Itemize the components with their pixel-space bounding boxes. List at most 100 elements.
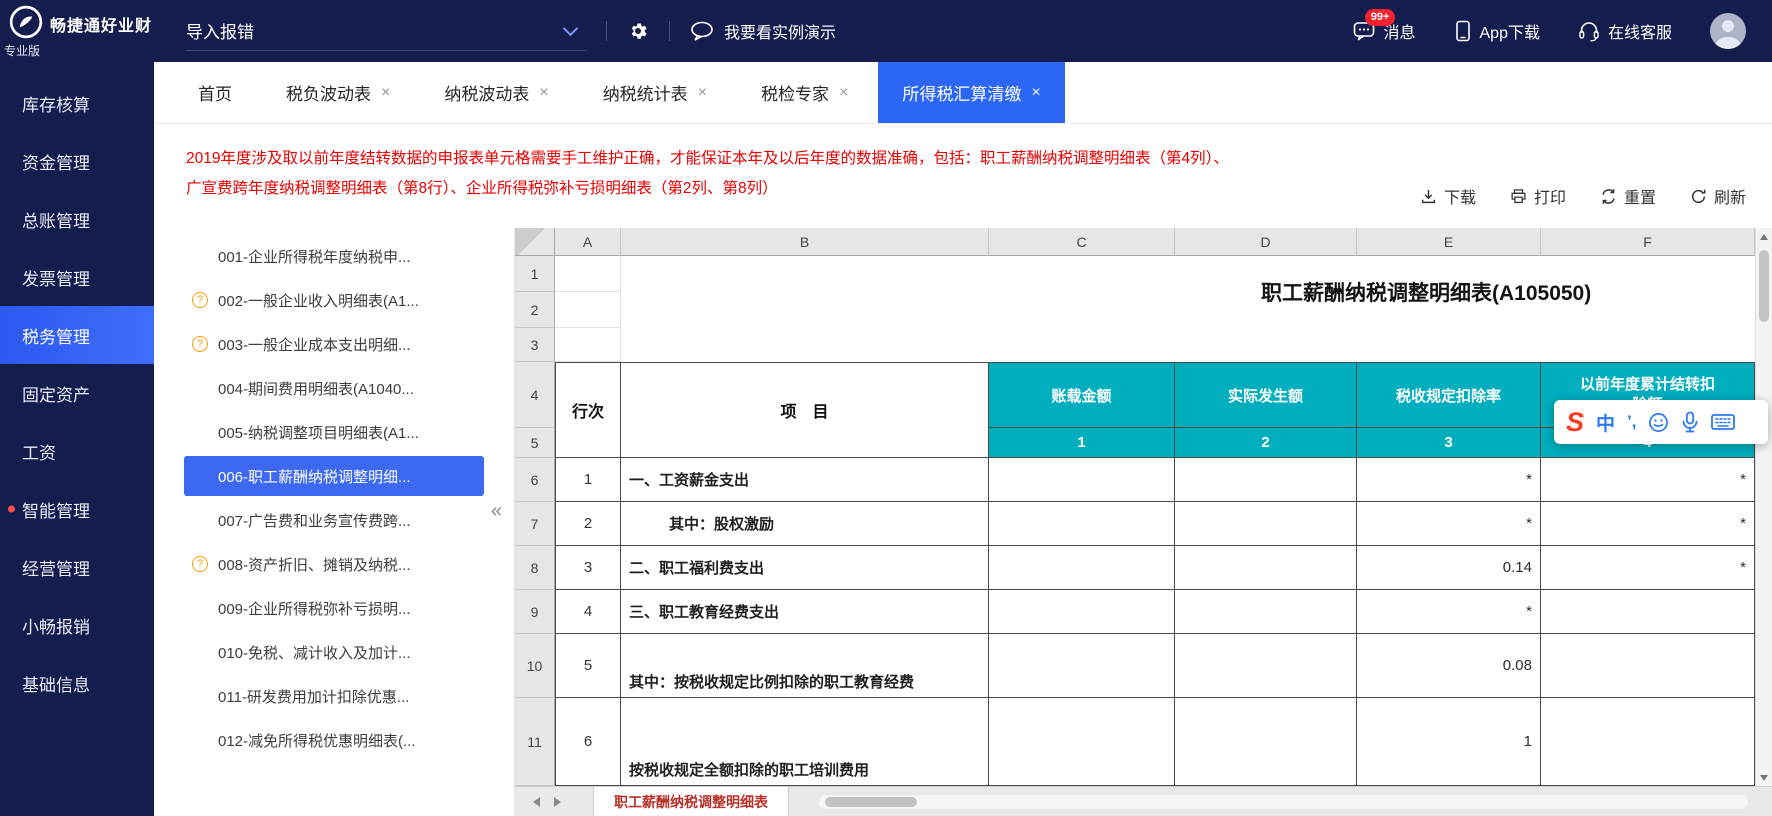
sidebar-item-inventory-accounting[interactable]: 库存核算: [0, 74, 154, 132]
report-item-006[interactable]: 006-职工薪酬纳税调整明细...: [184, 456, 484, 496]
help-icon[interactable]: ?: [192, 336, 208, 352]
header-line-no[interactable]: 行次: [555, 362, 621, 458]
grid-cell[interactable]: [989, 458, 1175, 502]
grid-cell[interactable]: [1541, 698, 1755, 786]
header-col-num[interactable]: 1: [989, 428, 1175, 458]
app-download-button[interactable]: App下载: [1454, 19, 1540, 43]
help-icon[interactable]: ?: [192, 292, 208, 308]
grid-cell[interactable]: 三、职工教育经费支出: [621, 590, 989, 634]
horizontal-scrollbar-thumb[interactable]: [825, 796, 917, 807]
grid-cell[interactable]: [989, 546, 1175, 590]
sidebar-item-smart-management[interactable]: 智能管理: [0, 480, 154, 538]
grid-cell[interactable]: 其中：按税收规定比例扣除的职工教育经费: [621, 634, 989, 698]
report-item-003[interactable]: ? 003-一般企业成本支出明细...: [184, 324, 484, 364]
print-button[interactable]: 打印: [1510, 184, 1566, 208]
grid-cell[interactable]: [1175, 590, 1357, 634]
grid-cell[interactable]: [989, 698, 1175, 786]
header-item[interactable]: 项 目: [621, 362, 989, 458]
grid-cell[interactable]: 2: [555, 502, 621, 546]
sidebar-item-funds-management[interactable]: 资金管理: [0, 132, 154, 190]
close-icon[interactable]: ×: [839, 84, 848, 102]
microphone-icon[interactable]: [1681, 411, 1699, 433]
sidebar-item-general-ledger[interactable]: 总账管理: [0, 190, 154, 248]
help-icon[interactable]: ?: [192, 556, 208, 572]
tab-tax-inspection-expert[interactable]: 税检专家 ×: [737, 62, 872, 123]
grid-cell[interactable]: 1: [1357, 698, 1541, 786]
sidebar-item-payroll[interactable]: 工资: [0, 422, 154, 480]
grid-cell[interactable]: 6: [555, 698, 621, 786]
tab-income-tax-settlement[interactable]: 所得税汇算清缴 ×: [878, 62, 1065, 123]
close-icon[interactable]: ×: [539, 84, 548, 102]
grid-cell[interactable]: *: [1357, 458, 1541, 502]
row-header[interactable]: 6: [515, 458, 555, 502]
scroll-down-button[interactable]: [1756, 769, 1772, 786]
grid-cell[interactable]: [1541, 634, 1755, 698]
sidebar-item-business-management[interactable]: 经营管理: [0, 538, 154, 596]
select-all-corner[interactable]: [515, 228, 555, 256]
sidebar-item-invoice-management[interactable]: 发票管理: [0, 248, 154, 306]
report-item-005[interactable]: 005-纳税调整项目明细表(A1...: [184, 412, 484, 452]
grid-cell[interactable]: [989, 634, 1175, 698]
report-item-001[interactable]: 001-企业所得税年度纳税申...: [184, 236, 484, 276]
next-sheet-button[interactable]: [554, 796, 561, 807]
column-header[interactable]: A: [555, 228, 621, 256]
import-error-select[interactable]: 导入报错: [186, 11, 586, 51]
close-icon[interactable]: ×: [698, 84, 707, 102]
grid-cell[interactable]: 0.14: [1357, 546, 1541, 590]
grid-cell[interactable]: [989, 590, 1175, 634]
download-button[interactable]: 下载: [1420, 184, 1476, 208]
report-item-011[interactable]: 011-研发费用加计扣除优惠...: [184, 676, 484, 716]
sidebar-item-fixed-assets[interactable]: 固定资产: [0, 364, 154, 422]
grid-cell[interactable]: [1175, 546, 1357, 590]
header-col-num[interactable]: 2: [1175, 428, 1357, 458]
row-header[interactable]: 2: [515, 292, 555, 328]
tab-home[interactable]: 首页: [174, 62, 256, 123]
row-header[interactable]: 9: [515, 590, 555, 634]
grid-cell[interactable]: 按税收规定全额扣除的职工培训费用: [621, 698, 989, 786]
grid-cell[interactable]: *: [1357, 590, 1541, 634]
grid-cell[interactable]: 二、职工福利费支出: [621, 546, 989, 590]
sidebar-item-basic-info[interactable]: 基础信息: [0, 654, 154, 712]
row-header[interactable]: 4: [515, 362, 555, 428]
column-header[interactable]: F: [1541, 228, 1755, 256]
vertical-scrollbar-thumb[interactable]: [1759, 250, 1769, 322]
grid-cell[interactable]: *: [1357, 502, 1541, 546]
close-icon[interactable]: ×: [381, 84, 390, 102]
sogou-logo-icon[interactable]: S: [1566, 408, 1584, 436]
header-book-amount[interactable]: 账载金额: [989, 362, 1175, 428]
grid-cell[interactable]: [989, 502, 1175, 546]
reset-button[interactable]: 重置: [1600, 184, 1656, 208]
report-item-012[interactable]: 012-减免所得税优惠明细表(...: [184, 720, 484, 760]
grid-cell[interactable]: 1: [555, 458, 621, 502]
grid-cell[interactable]: [1175, 458, 1357, 502]
emoji-icon[interactable]: [1648, 412, 1669, 433]
tab-tax-burden-fluctuation[interactable]: 税负波动表 ×: [262, 62, 414, 123]
row-header[interactable]: 1: [515, 256, 555, 292]
grid-cell[interactable]: 3: [555, 546, 621, 590]
ime-language-mode[interactable]: 中: [1596, 409, 1615, 436]
column-header[interactable]: D: [1175, 228, 1357, 256]
row-header[interactable]: 11: [515, 698, 555, 786]
report-item-009[interactable]: 009-企业所得税弥补亏损明...: [184, 588, 484, 628]
row-header[interactable]: 10: [515, 634, 555, 698]
tab-tax-payment-fluctuation[interactable]: 纳税波动表 ×: [420, 62, 572, 123]
grid-cell[interactable]: [1541, 590, 1755, 634]
grid-cell[interactable]: [555, 328, 621, 362]
row-header[interactable]: 3: [515, 328, 555, 362]
keyboard-icon[interactable]: [1711, 413, 1736, 431]
empty-row-strip[interactable]: [621, 328, 1755, 362]
grid-cell[interactable]: [555, 292, 621, 328]
grid-cell[interactable]: 其中：股权激励: [621, 502, 989, 546]
column-header[interactable]: C: [989, 228, 1175, 256]
header-tax-deduction-rate[interactable]: 税收规定扣除率: [1357, 362, 1541, 428]
row-header[interactable]: 8: [515, 546, 555, 590]
grid-cell[interactable]: *: [1541, 546, 1755, 590]
online-service-button[interactable]: 在线客服: [1578, 19, 1672, 43]
grid-cell[interactable]: [1175, 502, 1357, 546]
report-item-008[interactable]: ? 008-资产折旧、摊销及纳税...: [184, 544, 484, 584]
report-item-002[interactable]: ? 002-一般企业收入明细表(A1...: [184, 280, 484, 320]
report-item-004[interactable]: 004-期间费用明细表(A1040...: [184, 368, 484, 408]
grid-cell[interactable]: 一、工资薪金支出: [621, 458, 989, 502]
prev-sheet-button[interactable]: [533, 796, 540, 807]
grid-cell[interactable]: [1175, 698, 1357, 786]
